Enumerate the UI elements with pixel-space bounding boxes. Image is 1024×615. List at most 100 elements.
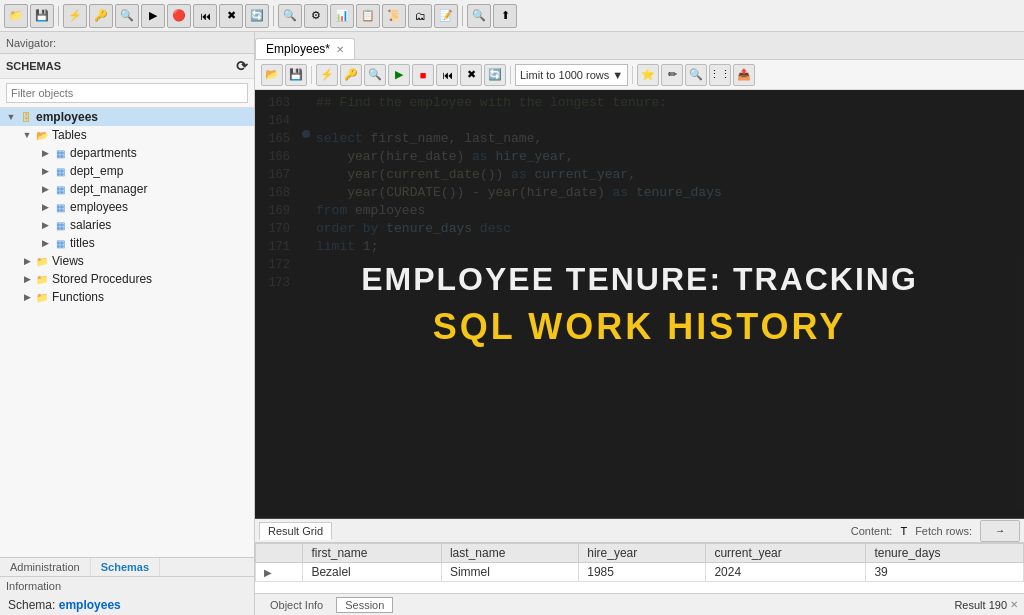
sal-arrow: ▶	[38, 218, 52, 232]
toolbar-btn-1[interactable]: 📁	[4, 4, 28, 28]
schema-field-label: Schema: employees	[0, 595, 254, 615]
ed-pen-btn[interactable]: ✏	[661, 64, 683, 86]
tree-table-dept-emp[interactable]: ▶ ▦ dept_emp	[0, 162, 254, 180]
dept-emp-arrow: ▶	[38, 164, 52, 178]
ed-search-btn[interactable]: 🔍	[685, 64, 707, 86]
toolbar-btn-17[interactable]: 📝	[434, 4, 458, 28]
schemas-label: SCHEMAS	[6, 60, 61, 72]
result-count-label: Result 190 ✕	[954, 599, 1018, 611]
table-icon-4: ▦	[52, 199, 68, 215]
navigator-label: Navigator:	[6, 37, 56, 49]
dept-mgr-arrow: ▶	[38, 182, 52, 196]
tree-stored-procs[interactable]: ▶ 📁 Stored Procedures	[0, 270, 254, 288]
ed-refresh-btn[interactable]: 🔄	[484, 64, 506, 86]
tree-table-dept-manager[interactable]: ▶ ▦ dept_manager	[0, 180, 254, 198]
titles-arrow: ▶	[38, 236, 52, 250]
ed-cols-btn[interactable]: ⋮⋮	[709, 64, 731, 86]
bottom-tab-session[interactable]: Session	[336, 597, 393, 613]
result-grid-tab[interactable]: Result Grid	[259, 522, 332, 540]
nav-info-label: Information	[0, 577, 254, 595]
editor-area: Employees* ✕ 📂 💾 ⚡ 🔑 🔍 ▶ ■ ⏮ ✖ 🔄 Limit t…	[255, 32, 1024, 615]
content-icon: T	[900, 525, 907, 537]
fn-label: Functions	[52, 290, 104, 304]
toolbar-btn-6[interactable]: ▶	[141, 4, 165, 28]
bottom-tab-object-info[interactable]: Object Info	[261, 597, 332, 613]
row-arrow: ▶	[256, 563, 303, 582]
table-icon-3: ▦	[52, 181, 68, 197]
ed-open-btn[interactable]: 📂	[261, 64, 283, 86]
tab-bar: Employees* ✕	[255, 32, 1024, 60]
tree-functions[interactable]: ▶ 📁 Functions	[0, 288, 254, 306]
toolbar-btn-7[interactable]: 🔴	[167, 4, 191, 28]
ed-exec-sel-btn[interactable]: 🔑	[340, 64, 362, 86]
toolbar-btn-3[interactable]: ⚡	[63, 4, 87, 28]
editor-toolbar: 📂 💾 ⚡ 🔑 🔍 ▶ ■ ⏮ ✖ 🔄 Limit to 1000 rows ▼…	[255, 60, 1024, 90]
ed-star-btn[interactable]: ⭐	[637, 64, 659, 86]
ed-stop-btn[interactable]: ■	[412, 64, 434, 86]
filter-box	[0, 79, 254, 108]
emp-arrow: ▶	[38, 200, 52, 214]
toolbar-btn-12[interactable]: ⚙	[304, 4, 328, 28]
result-close-icon[interactable]: ✕	[1010, 599, 1018, 610]
views-icon: 📁	[34, 253, 50, 269]
tab-close-icon[interactable]: ✕	[336, 44, 344, 55]
results-table-wrap: first_name last_name hire_year current_y…	[255, 543, 1024, 593]
tree-tables[interactable]: ▼ 📂 Tables	[0, 126, 254, 144]
schemas-icon: ⟳	[236, 58, 248, 74]
fetch-rows-input[interactable]: →	[980, 520, 1020, 542]
fn-icon: 📁	[34, 289, 50, 305]
toolbar-btn-18[interactable]: 🔍	[467, 4, 491, 28]
toolbar-btn-16[interactable]: 🗂	[408, 4, 432, 28]
main-area: Navigator: SCHEMAS ⟳ ▼ 🗄 employees ▼ 📂 T…	[0, 32, 1024, 615]
nav-tab-admin[interactable]: Administration	[0, 558, 91, 576]
code-editor[interactable]: 163 ## Find the employee with the longes…	[255, 90, 1024, 518]
editor-tab-employees[interactable]: Employees* ✕	[255, 38, 355, 59]
overlay-line2: SQL WORK HISTORY	[433, 306, 846, 348]
toolbar-btn-2[interactable]: 💾	[30, 4, 54, 28]
schema-arrow: ▼	[4, 110, 18, 124]
sp-icon: 📁	[34, 271, 50, 287]
toolbar-btn-11[interactable]: 🔍	[278, 4, 302, 28]
fn-arrow: ▶	[20, 290, 34, 304]
nav-bottom: Administration Schemas Information Schem…	[0, 557, 254, 615]
tree-table-titles[interactable]: ▶ ▦ titles	[0, 234, 254, 252]
toolbar-btn-14[interactable]: 📋	[356, 4, 380, 28]
toolbar-btn-10[interactable]: 🔄	[245, 4, 269, 28]
schema-icon: 🗄	[18, 109, 34, 125]
tree-table-employees[interactable]: ▶ ▦ employees	[0, 198, 254, 216]
nav-tab-schemas[interactable]: Schemas	[91, 558, 160, 576]
toolbar-btn-5[interactable]: 🔍	[115, 4, 139, 28]
toolbar-btn-19[interactable]: ⬆	[493, 4, 517, 28]
sep-3	[462, 6, 463, 26]
ed-explain-btn[interactable]: 🔍	[364, 64, 386, 86]
cell-tenure-days: 39	[866, 563, 1024, 582]
sp-arrow: ▶	[20, 272, 34, 286]
results-area: Result Grid Content: T Fetch rows: → fir…	[255, 518, 1024, 593]
ed-sep-2	[510, 66, 511, 84]
cell-current-year: 2024	[706, 563, 866, 582]
limit-dropdown[interactable]: Limit to 1000 rows ▼	[515, 64, 628, 86]
schema-field-text: Schema:	[8, 598, 55, 612]
ed-run-btn[interactable]: ▶	[388, 64, 410, 86]
toolbar-btn-4[interactable]: 🔑	[89, 4, 113, 28]
tree-table-salaries[interactable]: ▶ ▦ salaries	[0, 216, 254, 234]
tree-views[interactable]: ▶ 📁 Views	[0, 252, 254, 270]
toolbar-btn-13[interactable]: 📊	[330, 4, 354, 28]
table-row: ▶ Bezalel Simmel 1985 2024 39	[256, 563, 1024, 582]
tree-table-departments[interactable]: ▶ ▦ departments	[0, 144, 254, 162]
schema-value: employees	[59, 598, 121, 612]
filter-input[interactable]	[6, 83, 248, 103]
results-table: first_name last_name hire_year current_y…	[255, 543, 1024, 582]
content-label: Content:	[847, 525, 897, 537]
ed-export-btn[interactable]: 📤	[733, 64, 755, 86]
toolbar-btn-9[interactable]: ✖	[219, 4, 243, 28]
toolbar-btn-8[interactable]: ⏮	[193, 4, 217, 28]
ed-prev-btn[interactable]: ⏮	[436, 64, 458, 86]
tree-schema-employees[interactable]: ▼ 🗄 employees	[0, 108, 254, 126]
ed-save-btn[interactable]: 💾	[285, 64, 307, 86]
views-label: Views	[52, 254, 84, 268]
schemas-header: SCHEMAS ⟳	[0, 54, 254, 79]
ed-exec-btn[interactable]: ⚡	[316, 64, 338, 86]
toolbar-btn-15[interactable]: 📜	[382, 4, 406, 28]
ed-skip-btn[interactable]: ✖	[460, 64, 482, 86]
